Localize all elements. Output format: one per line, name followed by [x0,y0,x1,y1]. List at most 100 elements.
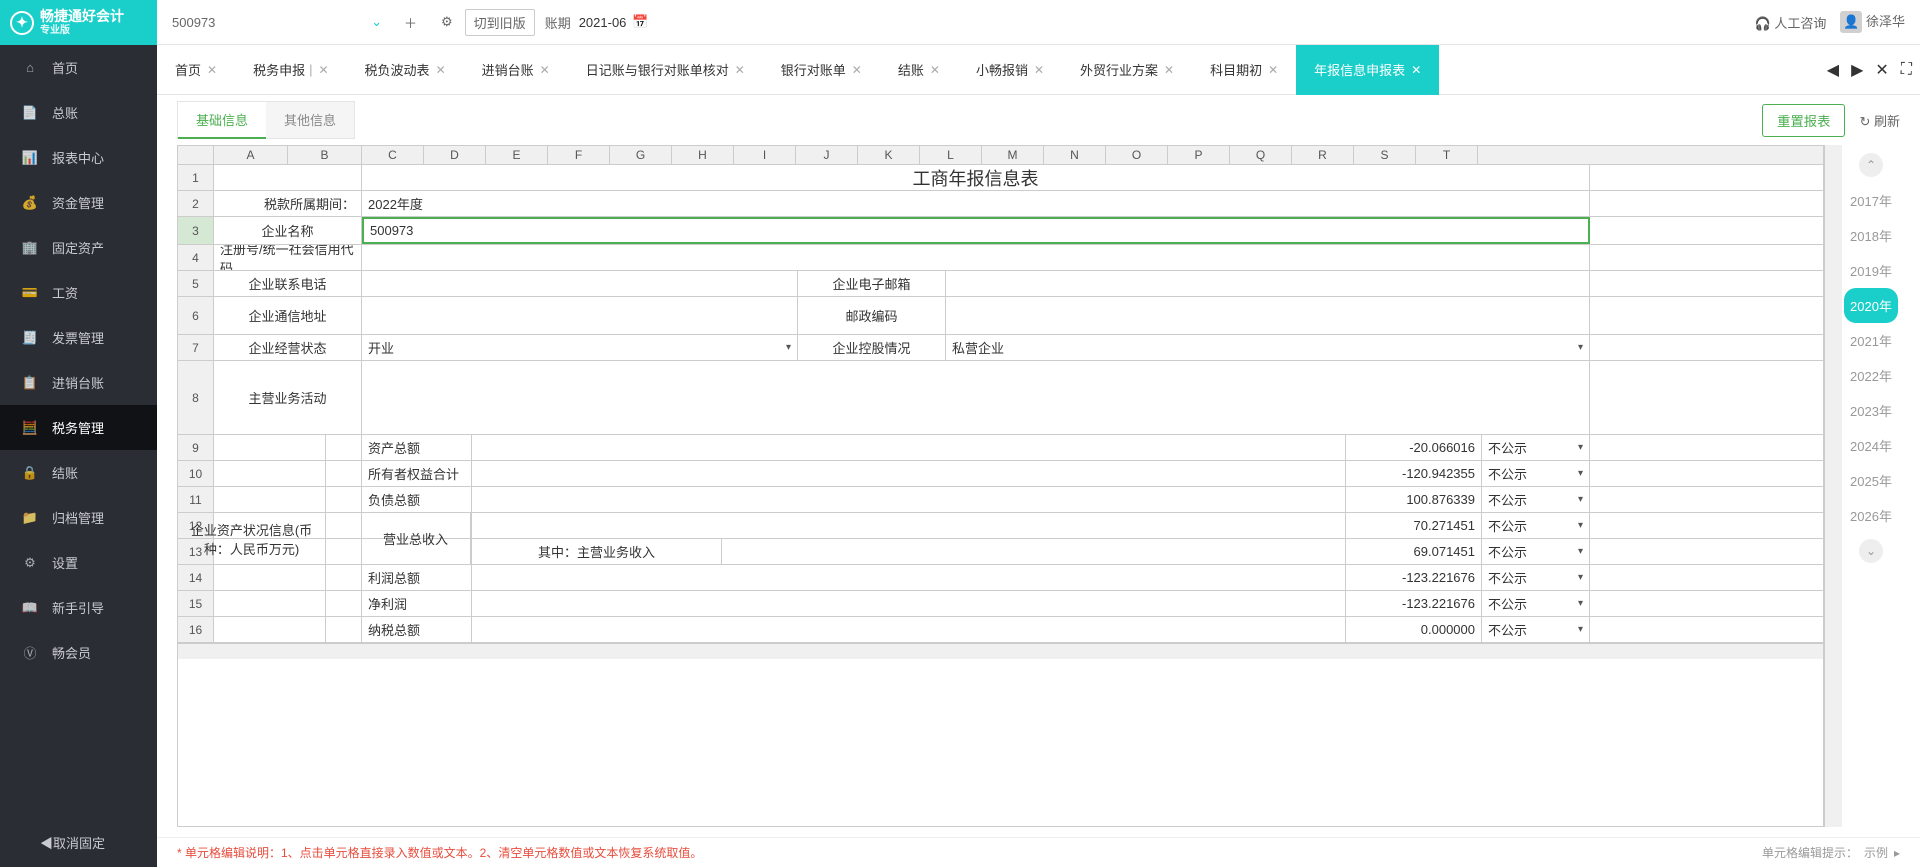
consult-link[interactable]: 🎧 人工咨询 [1755,13,1827,32]
cell[interactable] [214,165,362,190]
tab-close-all[interactable]: ✕ [1875,60,1888,80]
col-S[interactable]: S [1354,146,1416,164]
tab-2[interactable]: 税负波动表✕ [347,45,464,95]
tab-5[interactable]: 银行对账单✕ [763,45,880,95]
value-input[interactable] [472,565,1346,590]
nav-item-11[interactable]: ⚙设置 [0,540,157,585]
col-Q[interactable]: Q [1230,146,1292,164]
footer-example[interactable]: 单元格编辑提示：示例 ▸ [1762,844,1900,861]
publish-select[interactable]: 不公示 [1482,565,1590,590]
col-T[interactable]: T [1416,146,1478,164]
col-O[interactable]: O [1106,146,1168,164]
col-F[interactable]: F [548,146,610,164]
nav-item-9[interactable]: 🔒结账 [0,450,157,495]
tab-6[interactable]: 结账✕ [880,45,958,95]
tab-close-icon[interactable]: ✕ [318,63,328,77]
row-header-2[interactable]: 2 [178,191,214,216]
tab-1[interactable]: 税务申报|✕ [235,45,346,95]
nav-item-7[interactable]: 📋进销台账 [0,360,157,405]
asset-value[interactable]: 70.271451 [1346,513,1482,538]
tab-0[interactable]: 首页✕ [157,45,235,95]
col-N[interactable]: N [1044,146,1106,164]
year-2025年[interactable]: 2025年 [1844,463,1898,498]
year-2018年[interactable]: 2018年 [1844,218,1898,253]
col-M[interactable]: M [982,146,1044,164]
year-2026年[interactable]: 2026年 [1844,498,1898,533]
spreadsheet[interactable]: ABCDEFGHIJKLMNOPQRST 1工商年报信息表2税款所属期间：202… [177,145,1824,827]
email-input[interactable] [946,271,1590,296]
reg-code-input[interactable] [362,245,1590,270]
tab-close-icon[interactable]: ✕ [930,63,940,77]
tab-close-icon[interactable]: ✕ [852,63,862,77]
year-down[interactable]: ⌄ [1859,539,1883,563]
col-B[interactable]: B [288,146,362,164]
col-L[interactable]: L [920,146,982,164]
year-2019年[interactable]: 2019年 [1844,253,1898,288]
year-2017年[interactable]: 2017年 [1844,183,1898,218]
zip-input[interactable] [946,297,1590,334]
phone-input[interactable] [362,271,798,296]
tab-close-icon[interactable]: ✕ [1034,63,1044,77]
row-header-6[interactable]: 6 [178,297,214,334]
publish-select[interactable]: 不公示 [1482,461,1590,486]
col-P[interactable]: P [1168,146,1230,164]
row-header-5[interactable]: 5 [178,271,214,296]
fullscreen-icon[interactable]: ⛶ [1901,61,1912,79]
asset-value[interactable]: -120.942355 [1346,461,1482,486]
tab-close-icon[interactable]: ✕ [540,63,550,77]
publish-select[interactable]: 不公示 [1482,513,1590,538]
value-input[interactable] [472,487,1346,512]
subtab-1[interactable]: 其他信息 [266,102,354,138]
asset-value[interactable]: 100.876339 [1346,487,1482,512]
col-D[interactable]: D [424,146,486,164]
publish-select[interactable]: 不公示 [1482,539,1590,564]
status-select[interactable]: 开业 [362,335,798,360]
value-input[interactable] [472,435,1346,460]
year-2020年[interactable]: 2020年 [1844,288,1898,323]
value-input[interactable] [472,591,1346,616]
nav-item-10[interactable]: 📁归档管理 [0,495,157,540]
tab-close-icon[interactable]: ✕ [735,63,745,77]
value-input[interactable] [722,539,1346,564]
period-value[interactable]: 2021-06 [579,15,627,30]
unpin-sidebar[interactable]: ◀取消固定 [40,833,105,852]
reset-report-button[interactable]: 重置报表 [1762,104,1845,137]
tab-next[interactable]: ▶ [1851,60,1863,80]
col-C[interactable]: C [362,146,424,164]
tab-close-icon[interactable]: ✕ [436,63,446,77]
value-input[interactable] [472,513,1346,538]
col-J[interactable]: J [796,146,858,164]
row-header-4[interactable]: 4 [178,245,214,270]
nav-item-1[interactable]: 📄总账 [0,90,157,135]
refresh-button[interactable]: ↻ 刷新 [1859,111,1900,130]
col-I[interactable]: I [734,146,796,164]
nav-item-12[interactable]: 📖新手引导 [0,585,157,630]
publish-select[interactable]: 不公示 [1482,487,1590,512]
nav-item-3[interactable]: 💰资金管理 [0,180,157,225]
nav-item-0[interactable]: ⌂首页 [0,45,157,90]
v-scrollbar[interactable] [1824,145,1842,827]
nav-item-8[interactable]: 🧮税务管理 [0,405,157,450]
row-header-1[interactable]: 1 [178,165,214,190]
col-E[interactable]: E [486,146,548,164]
tab-4[interactable]: 日记账与银行对账单核对✕ [568,45,763,95]
tab-7[interactable]: 小畅报销✕ [958,45,1062,95]
col-A[interactable]: A [214,146,288,164]
publish-select[interactable]: 不公示 [1482,435,1590,460]
tab-10[interactable]: 年报信息申报表✕ [1296,45,1439,95]
calendar-icon[interactable]: 📅 [632,14,648,30]
year-2022年[interactable]: 2022年 [1844,358,1898,393]
tab-prev[interactable]: ◀ [1827,60,1839,80]
tab-9[interactable]: 科目期初✕ [1192,45,1296,95]
nav-item-5[interactable]: 💳工资 [0,270,157,315]
add-button[interactable]: ＋ [396,9,425,36]
col-G[interactable]: G [610,146,672,164]
company-name-input[interactable]: 500973 [362,217,1590,244]
old-version-button[interactable]: 切到旧版 [465,9,535,36]
tab-8[interactable]: 外贸行业方案✕ [1062,45,1192,95]
row-header-3[interactable]: 3 [178,217,214,244]
h-scrollbar[interactable] [178,643,1823,659]
col-H[interactable]: H [672,146,734,164]
year-up[interactable]: ⌃ [1859,153,1883,177]
asset-value[interactable]: 69.071451 [1346,539,1482,564]
